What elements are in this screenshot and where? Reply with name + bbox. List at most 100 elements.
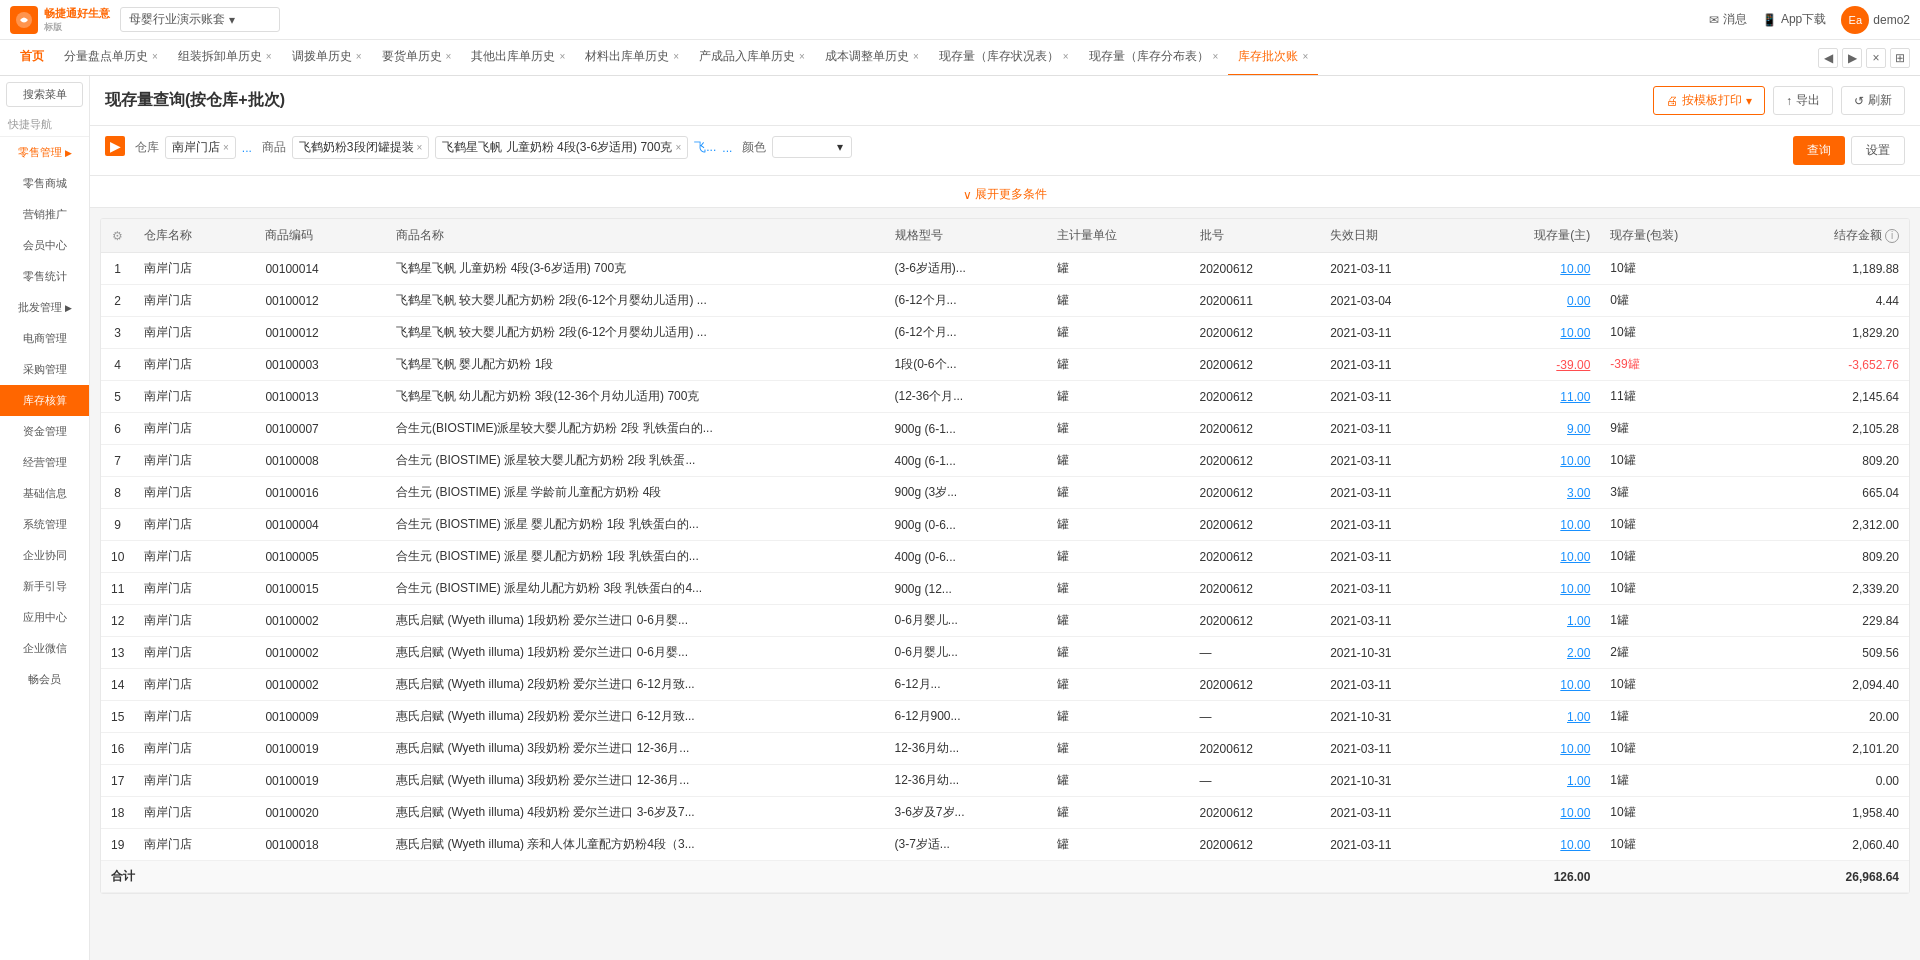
tab-xian-cun-fen[interactable]: 现存量（库存分布表） × <box>1079 40 1229 76</box>
query-btn[interactable]: 查询 <box>1793 136 1845 165</box>
close-yao-huo[interactable]: × <box>446 51 452 62</box>
qty-link[interactable]: 1.00 <box>1567 774 1590 788</box>
sidebar-item-zi-jin[interactable]: 资金管理 <box>0 416 89 447</box>
footer-label: 合计 <box>101 861 1465 893</box>
tab-home[interactable]: 首页 <box>10 40 54 76</box>
sidebar-item-xin-shou[interactable]: 新手引导 <box>0 571 89 602</box>
qty-link[interactable]: 11.00 <box>1560 390 1590 404</box>
row-expire: 2021-03-11 <box>1320 413 1465 445</box>
sidebar-item-ying-xiao[interactable]: 营销推广 <box>0 199 89 230</box>
tab-prev[interactable]: ◀ <box>1818 48 1838 68</box>
tab-pi-ci[interactable]: 库存批次账 × <box>1228 40 1318 76</box>
row-warehouse: 南岸门店 <box>134 701 255 733</box>
tab-xian-cun-ku[interactable]: 现存量（库存状况表） × <box>929 40 1079 76</box>
qty-link[interactable]: 10.00 <box>1560 550 1590 564</box>
color-dropdown[interactable]: ▾ <box>772 136 852 158</box>
row-code: 00100007 <box>255 413 386 445</box>
close-xian-cun-fen[interactable]: × <box>1213 51 1219 62</box>
sidebar-item-qi-ye[interactable]: 企业协同 <box>0 540 89 571</box>
tab-yao-huo[interactable]: 要货单历史 × <box>372 40 462 76</box>
tab-menu[interactable]: ⊞ <box>1890 48 1910 68</box>
close-cai-liao[interactable]: × <box>673 51 679 62</box>
tab-next[interactable]: ▶ <box>1842 48 1862 68</box>
sidebar-item-ji-chu[interactable]: 基础信息 <box>0 478 89 509</box>
close-xian-cun-ku[interactable]: × <box>1063 51 1069 62</box>
settings-icon[interactable]: ⚙ <box>112 229 123 243</box>
qty-link[interactable]: 10.00 <box>1560 518 1590 532</box>
account-name: 母婴行业演示账套 <box>129 11 225 28</box>
qty-link[interactable]: 3.00 <box>1567 486 1590 500</box>
row-expire: 2021-03-11 <box>1320 605 1465 637</box>
tab-chan-pin[interactable]: 产成品入库单历史 × <box>689 40 815 76</box>
sidebar-item-dian-shang[interactable]: 电商管理 <box>0 323 89 354</box>
product-tag-2[interactable]: 飞鹤星飞帆 儿童奶粉 4段(3-6岁适用) 700克 × <box>435 136 688 159</box>
qty-link[interactable]: 10.00 <box>1560 806 1590 820</box>
close-qi-ta[interactable]: × <box>559 51 565 62</box>
qty-link[interactable]: 10.00 <box>1560 262 1590 276</box>
qty-link[interactable]: 1.00 <box>1567 710 1590 724</box>
close-cheng-ben[interactable]: × <box>913 51 919 62</box>
qty-link[interactable]: 10.00 <box>1560 678 1590 692</box>
tab-cheng-ben[interactable]: 成本调整单历史 × <box>815 40 929 76</box>
product-dots[interactable]: ... <box>722 141 732 155</box>
qty-link[interactable]: 1.00 <box>1567 614 1590 628</box>
sidebar-item-xi-tong[interactable]: 系统管理 <box>0 509 89 540</box>
settings-btn[interactable]: 设置 <box>1851 136 1905 165</box>
table-row: 17 南岸门店 00100019 惠氏启赋 (Wyeth illuma) 3段奶… <box>101 765 1909 797</box>
tab-zu-chai[interactable]: 组装拆卸单历史 × <box>168 40 282 76</box>
close-pi-ci[interactable]: × <box>1302 51 1308 62</box>
qty-link[interactable]: 10.00 <box>1560 742 1590 756</box>
tab-qi-ta[interactable]: 其他出库单历史 × <box>461 40 575 76</box>
product-tag-1-close[interactable]: × <box>417 142 423 153</box>
warehouse-more[interactable]: ... <box>242 141 252 155</box>
close-chan-pin[interactable]: × <box>799 51 805 62</box>
sidebar-item-pi-fa[interactable]: 批发管理 ▶ <box>0 292 89 323</box>
sidebar-item-ling-shou[interactable]: 零售管理 ▶ <box>0 137 89 168</box>
close-fen-pan[interactable]: × <box>152 51 158 62</box>
user-area[interactable]: Ea demo2 <box>1841 6 1910 34</box>
sidebar-item-chang-hui[interactable]: 畅会员 <box>0 664 89 695</box>
template-print-btn[interactable]: 🖨 按模板打印 ▾ <box>1653 86 1765 115</box>
sidebar-item-ying-yong[interactable]: 应用中心 <box>0 602 89 633</box>
amount-info-icon[interactable]: i <box>1885 229 1899 243</box>
warehouse-tag[interactable]: 南岸门店 × <box>165 136 236 159</box>
sidebar-item-hui-yuan[interactable]: 会员中心 <box>0 230 89 261</box>
filter-toggle-btn[interactable]: ▶ <box>105 136 125 156</box>
tab-tiao-bo[interactable]: 调拨单历史 × <box>282 40 372 76</box>
qty-link[interactable]: 9.00 <box>1567 422 1590 436</box>
sidebar-item-cai-gou[interactable]: 采购管理 <box>0 354 89 385</box>
close-zu-chai[interactable]: × <box>266 51 272 62</box>
expand-conditions-btn[interactable]: ∨ 展开更多条件 <box>963 186 1047 203</box>
app-download-btn[interactable]: 📱 App下载 <box>1762 11 1826 28</box>
qty-link[interactable]: 0.00 <box>1567 294 1590 308</box>
tab-close-all[interactable]: × <box>1866 48 1886 68</box>
col-settings[interactable]: ⚙ <box>101 219 134 253</box>
qty-link[interactable]: 10.00 <box>1560 582 1590 596</box>
sidebar-item-qi-wei[interactable]: 企业微信 <box>0 633 89 664</box>
export-btn[interactable]: ↑ 导出 <box>1773 86 1833 115</box>
warehouse-tag-close[interactable]: × <box>223 142 229 153</box>
product-tag-2-value: 飞鹤星飞帆 儿童奶粉 4段(3-6岁适用) 700克 <box>442 139 672 156</box>
qty-link[interactable]: -39.00 <box>1556 358 1590 372</box>
qty-link[interactable]: 10.00 <box>1560 838 1590 852</box>
tab-cai-liao[interactable]: 材料出库单历史 × <box>575 40 689 76</box>
refresh-btn[interactable]: ↺ 刷新 <box>1841 86 1905 115</box>
search-menu-btn[interactable]: 搜索菜单 <box>6 82 83 107</box>
product-tag-2-close[interactable]: × <box>675 142 681 153</box>
sidebar-item-ling-tong[interactable]: 零售统计 <box>0 261 89 292</box>
sidebar-item-jing-ying[interactable]: 经营管理 <box>0 447 89 478</box>
row-index: 11 <box>101 573 134 605</box>
product-more[interactable]: 飞... <box>694 139 716 156</box>
message-btn[interactable]: ✉ 消息 <box>1709 11 1747 28</box>
account-dropdown[interactable]: 母婴行业演示账套 ▾ <box>120 7 280 32</box>
qty-link[interactable]: 2.00 <box>1567 646 1590 660</box>
sidebar-item-ling-shang[interactable]: 零售商城 <box>0 168 89 199</box>
qty-link[interactable]: 10.00 <box>1560 454 1590 468</box>
sidebar-item-ku-cun[interactable]: 库存核算 <box>0 385 89 416</box>
row-code: 00100016 <box>255 477 386 509</box>
product-tag-1[interactable]: 飞鹤奶粉3段闭罐提装 × <box>292 136 430 159</box>
tab-fen-pan[interactable]: 分量盘点单历史 × <box>54 40 168 76</box>
close-tiao-bo[interactable]: × <box>356 51 362 62</box>
qty-link[interactable]: 10.00 <box>1560 326 1590 340</box>
page-header: 现存量查询(按仓库+批次) 🖨 按模板打印 ▾ ↑ 导出 ↺ 刷新 <box>90 76 1920 126</box>
